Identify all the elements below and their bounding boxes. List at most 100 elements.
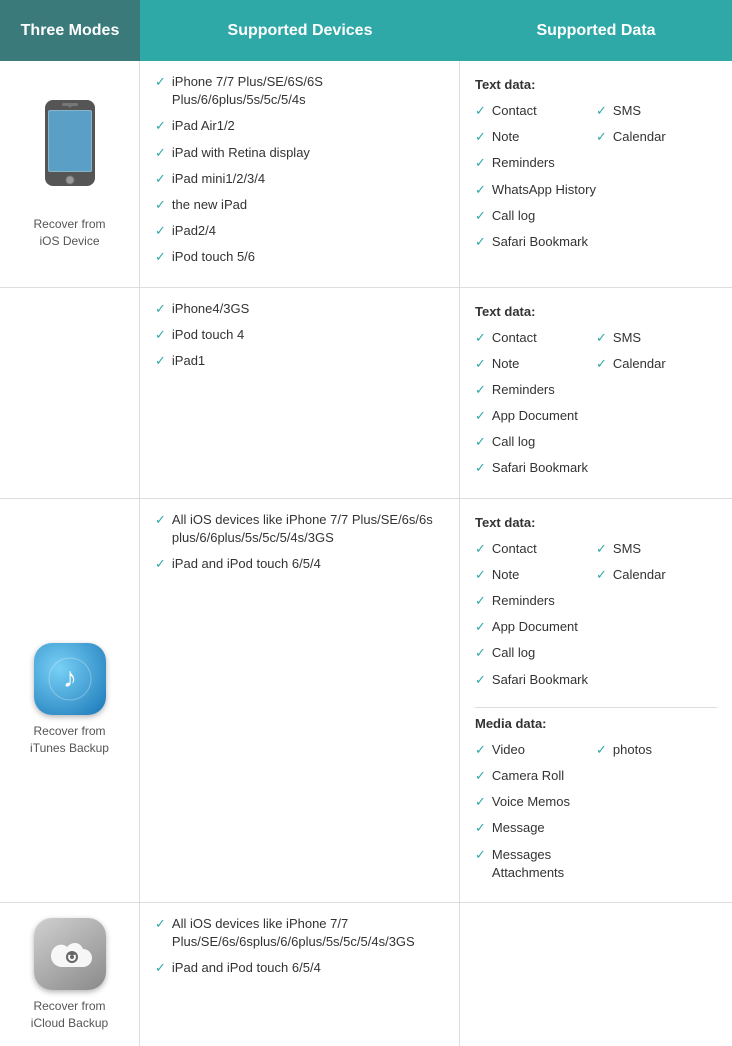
check-icon: ✓ [475,741,486,759]
check-icon: ✓ [155,326,166,344]
list-item: ✓Messages Attachments [475,846,596,882]
section-divider [475,707,717,708]
check-icon: ✓ [596,329,607,347]
header-three-modes: Three Modes [0,0,140,61]
mode-itunes-label: Recover fromiTunes Backup [30,723,109,757]
check-icon: ✓ [475,154,486,172]
devices-older: ✓ iPhone4/3GS ✓ iPod touch 4 ✓ iPad1 [140,288,460,498]
check-icon: ✓ [596,102,607,120]
header-supported-data: Supported Data [460,0,732,61]
list-item: ✓ the new iPad [155,196,444,214]
itunes-text-col2: ✓SMS ✓Calendar [596,540,717,697]
itunes-media-data-columns: ✓Video ✓Camera Roll ✓Voice Memos ✓Messag… [475,741,717,890]
mode-ios-label: Recover fromiOS Device [33,216,105,250]
check-icon: ✓ [155,170,166,188]
list-item: ✓Safari Bookmark [475,233,596,251]
check-icon: ✓ [475,181,486,199]
check-icon: ✓ [475,355,486,373]
row-ios-device: Recover fromiOS Device ✓ iPhone 7/7 Plus… [0,61,732,288]
check-icon: ✓ [155,196,166,214]
list-item: ✓WhatsApp History [475,181,596,199]
list-item: ✓Note [475,566,596,584]
check-icon: ✓ [155,959,166,977]
list-item: ✓ iPad1 [155,352,444,370]
list-item: ✓Reminders [475,381,596,399]
itunes-media-col1: ✓Video ✓Camera Roll ✓Voice Memos ✓Messag… [475,741,596,890]
devices-itunes: ✓ All iOS devices like iPhone 7/7 Plus/S… [140,499,460,902]
text-data-columns-2: ✓Contact ✓Note ✓Reminders ✓App Document … [475,329,717,486]
check-icon: ✓ [155,915,166,933]
list-item: ✓ iPad and iPod touch 6/5/4 [155,555,444,573]
list-item: ✓App Document [475,407,596,425]
list-item: ✓Calendar [596,355,717,373]
check-icon: ✓ [475,102,486,120]
check-icon: ✓ [596,128,607,146]
check-icon: ✓ [596,355,607,373]
icloud-icon [34,918,106,990]
itunes-icon: ♪ [34,643,106,715]
check-icon: ✓ [596,566,607,584]
data-older: Text data: ✓Contact ✓Note ✓Reminders ✓Ap… [460,288,732,498]
list-item: ✓App Document [475,618,596,636]
mode-itunes: ♪ Recover fromiTunes Backup [0,499,140,902]
check-icon: ✓ [475,592,486,610]
mode-ios-device: Recover fromiOS Device [0,61,140,287]
list-item: ✓ All iOS devices like iPhone 7/7 Plus/S… [155,915,444,951]
data-itunes: Text data: ✓Contact ✓Note ✓Reminders ✓Ap… [460,499,732,902]
itunes-music-note: ♪ [48,657,92,701]
check-icon: ✓ [155,144,166,162]
check-icon: ✓ [475,407,486,425]
check-icon: ✓ [475,767,486,785]
check-icon: ✓ [475,207,486,225]
check-icon: ✓ [475,819,486,837]
list-item: ✓Calendar [596,128,717,146]
check-icon: ✓ [155,300,166,318]
data-icloud [460,903,732,1046]
check-icon: ✓ [475,128,486,146]
mode-icloud: Recover fromiCloud Backup [0,903,140,1046]
list-item: ✓Note [475,128,596,146]
itunes-text-data-columns: ✓Contact ✓Note ✓Reminders ✓App Document … [475,540,717,697]
list-item: ✓Contact [475,329,596,347]
list-item: ✓ iPod touch 5/6 [155,248,444,266]
text-data-col1: ✓Contact ✓Note ✓Reminders ✓WhatsApp Hist… [475,102,596,259]
list-item: ✓ iPad with Retina display [155,144,444,162]
text-data-columns: ✓Contact ✓Note ✓Reminders ✓WhatsApp Hist… [475,102,717,259]
data-ios: Text data: ✓Contact ✓Note ✓Reminders ✓Wh… [460,61,732,287]
row-older-devices: ✓ iPhone4/3GS ✓ iPod touch 4 ✓ iPad1 Tex… [0,288,732,499]
list-item: ✓ iPod touch 4 [155,326,444,344]
list-item: ✓SMS [596,540,717,558]
check-icon: ✓ [155,117,166,135]
check-icon: ✓ [596,540,607,558]
mode-icloud-label: Recover fromiCloud Backup [31,998,108,1032]
list-item: ✓ iPad mini1/2/3/4 [155,170,444,188]
check-icon: ✓ [475,671,486,689]
list-item: ✓ iPad Air1/2 [155,117,444,135]
check-icon: ✓ [475,433,486,451]
list-item: ✓Video [475,741,596,759]
check-icon: ✓ [475,329,486,347]
list-item: ✓Voice Memos [475,793,596,811]
list-item: ✓Call log [475,644,596,662]
mode-empty [0,288,140,498]
list-item: ✓Note [475,355,596,373]
row-itunes: ♪ Recover fromiTunes Backup ✓ All iOS de… [0,499,732,903]
itunes-text-data-title: Text data: [475,515,717,530]
text-data-title-2: Text data: [475,304,717,319]
text-data-col2-2: ✓SMS ✓Calendar [596,329,717,486]
check-icon: ✓ [475,618,486,636]
text-data-title: Text data: [475,77,717,92]
check-icon: ✓ [475,644,486,662]
header: Three Modes Supported Devices Supported … [0,0,732,61]
list-item: ✓ iPad2/4 [155,222,444,240]
itunes-media-col2: ✓photos [596,741,717,890]
check-icon: ✓ [475,381,486,399]
svg-text:♪: ♪ [63,662,77,693]
itunes-media-data-title: Media data: [475,716,717,731]
check-icon: ✓ [155,555,166,573]
row-icloud: Recover fromiCloud Backup ✓ All iOS devi… [0,903,732,1046]
devices-ios: ✓ iPhone 7/7 Plus/SE/6S/6S Plus/6/6plus/… [140,61,460,287]
header-supported-devices: Supported Devices [140,0,460,61]
check-icon: ✓ [155,222,166,240]
list-item: ✓ iPhone4/3GS [155,300,444,318]
